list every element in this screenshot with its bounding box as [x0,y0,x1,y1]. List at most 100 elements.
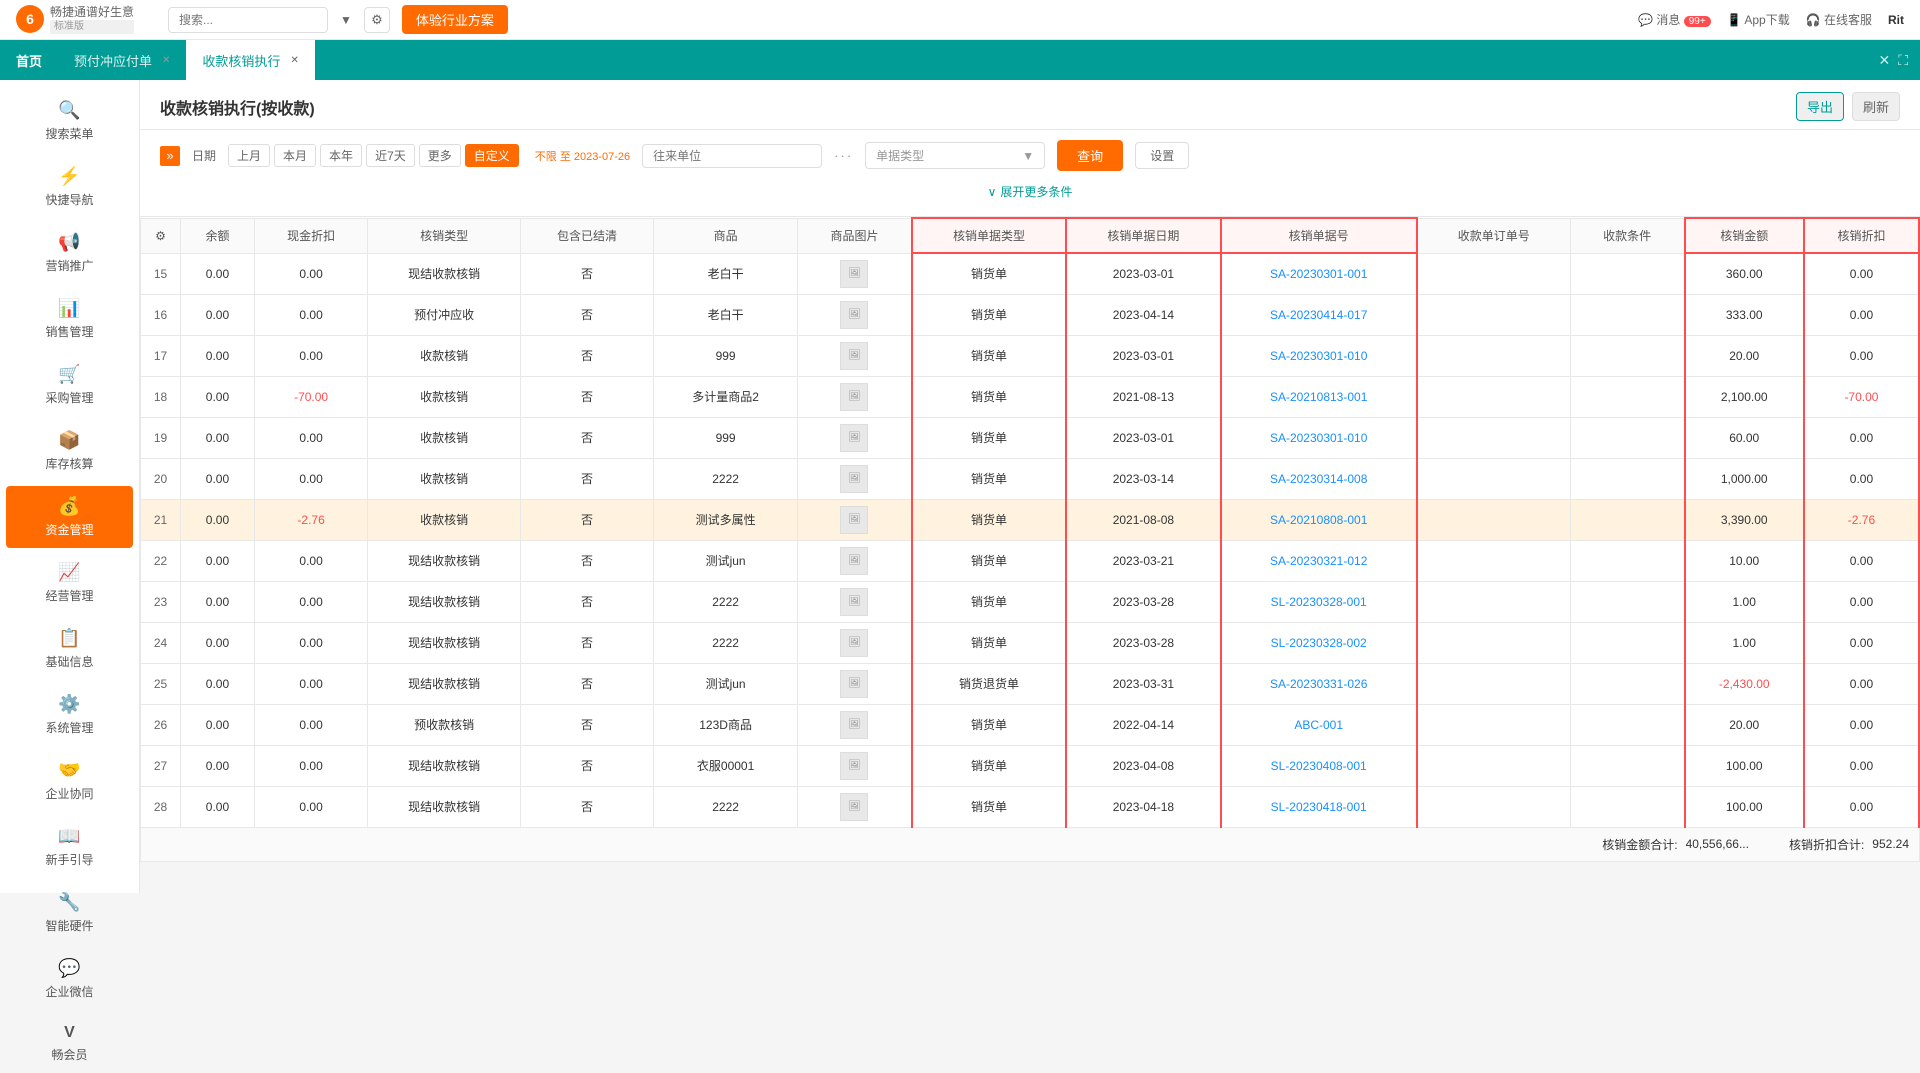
writeoff-bill-link[interactable]: ABC-001 [1294,718,1343,732]
sidebar-item-wechat[interactable]: 💬 企业微信 [6,948,133,1010]
date-label: 日期 [192,147,216,164]
sidebar-item-ops[interactable]: 📈 经营管理 [6,552,133,614]
system-icon: ⚙️ [58,694,80,715]
writeoff-bill-link[interactable]: SL-20230408-001 [1271,759,1367,773]
sidebar-item-search[interactable]: 🔍 搜索菜单 [6,90,133,152]
writeoff-bill-link[interactable]: SA-20230321-012 [1270,554,1367,568]
cell-writeoff-discount: -70.00 [1804,376,1919,417]
cell-writeoff-bill-no[interactable]: SL-20230328-002 [1221,622,1417,663]
sidebar-item-collab[interactable]: 🤝 企业协同 [6,750,133,812]
trial-button[interactable]: 体验行业方案 [402,5,508,34]
sidebar-item-sales[interactable]: 📊 销售管理 [6,288,133,350]
tab-prepay-close[interactable]: ✕ [162,55,170,66]
cell-writeoff-discount: 0.00 [1804,786,1919,827]
date-btn-last-month[interactable]: 上月 [228,144,270,167]
date-btn-this-year[interactable]: 本年 [320,144,362,167]
writeoff-bill-link[interactable]: SA-20230301-010 [1270,349,1367,363]
refresh-button[interactable]: 刷新 [1852,92,1900,121]
cell-writeoff-type: 收款核销 [368,417,521,458]
sidebar-item-inventory[interactable]: 📦 库存核算 [6,420,133,482]
collab-icon: 🤝 [58,760,80,781]
cell-writeoff-bill-no[interactable]: ABC-001 [1221,704,1417,745]
top-search-input[interactable] [168,7,328,33]
sidebar-item-finance[interactable]: 💰 资金管理 [6,486,133,548]
partner-input[interactable] [642,144,822,168]
cell-writeoff-discount: 0.00 [1804,253,1919,294]
writeoff-bill-link[interactable]: SA-20210813-001 [1270,390,1367,404]
sidebar-item-quick[interactable]: ⚡ 快捷导航 [6,156,133,218]
cell-balance: 0.00 [181,458,255,499]
export-button[interactable]: 导出 [1796,92,1844,121]
sidebar-item-hardware[interactable]: 🔧 智能硬件 [6,882,133,944]
nav-expand-btn[interactable]: ⛶ [1898,52,1908,69]
tab-writeoff[interactable]: 收款核销执行 ✕ [186,40,314,80]
app-download[interactable]: 📱 App下载 [1727,11,1790,28]
sidebar-item-member[interactable]: V 畅会员 [6,1014,133,1073]
col-writeoff-discount: 核销折扣 [1804,218,1919,253]
cell-seq: 23 [141,581,181,622]
user-name[interactable]: Rit [1888,13,1904,27]
sidebar-item-basic[interactable]: 📋 基础信息 [6,618,133,680]
writeoff-bill-link[interactable]: SL-20230328-001 [1271,595,1367,609]
writeoff-bill-link[interactable]: SA-20230314-008 [1270,472,1367,486]
cell-product: 老白干 [654,253,798,294]
expand-more-btn[interactable]: ∨ 展开更多条件 [988,177,1073,206]
tab-writeoff-close[interactable]: ✕ [290,55,298,66]
sidebar-item-marketing[interactable]: 📢 营销推广 [6,222,133,284]
online-service[interactable]: 🎧 在线客服 [1806,11,1872,28]
cell-balance: 0.00 [181,622,255,663]
cell-seq: 26 [141,704,181,745]
writeoff-bill-link[interactable]: SA-20230414-017 [1270,308,1367,322]
sidebar-item-purchase[interactable]: 🛒 采购管理 [6,354,133,416]
writeoff-bill-link[interactable]: SA-20230301-010 [1270,431,1367,445]
cell-writeoff-bill-no[interactable]: SA-20230314-008 [1221,458,1417,499]
nav-close-btn[interactable]: ✕ [1878,52,1890,69]
cell-writeoff-bill-date: 2023-04-08 [1066,745,1220,786]
writeoff-bill-link[interactable]: SA-20230301-001 [1270,267,1367,281]
cell-writeoff-bill-no[interactable]: SA-20230301-010 [1221,335,1417,376]
date-btn-7days[interactable]: 近7天 [366,144,415,167]
cell-writeoff-bill-no[interactable]: SL-20230328-001 [1221,581,1417,622]
cell-writeoff-bill-no[interactable]: SA-20230331-026 [1221,663,1417,704]
cell-cash-discount: 0.00 [254,417,367,458]
col-writeoff-type: 核销类型 [368,218,521,253]
cell-writeoff-bill-no[interactable]: SA-20230321-012 [1221,540,1417,581]
date-btn-this-month[interactable]: 本月 [274,144,316,167]
cell-writeoff-bill-no[interactable]: SA-20230414-017 [1221,294,1417,335]
cell-writeoff-amount: 20.00 [1685,704,1804,745]
cell-receipt-condition [1570,786,1684,827]
cell-writeoff-discount: 0.00 [1804,622,1919,663]
cell-writeoff-bill-type: 销货单 [912,622,1066,663]
cell-writeoff-bill-no[interactable]: SA-20230301-001 [1221,253,1417,294]
member-icon: V [64,1024,75,1042]
writeoff-bill-link[interactable]: SA-20210808-001 [1270,513,1367,527]
query-button[interactable]: 查询 [1057,140,1123,171]
settings-button[interactable]: 设置 [1135,142,1189,169]
date-btn-custom[interactable]: 自定义 [465,144,519,167]
message-area[interactable]: 💬 消息 99+ [1638,11,1711,28]
cell-writeoff-bill-no[interactable]: SA-20230301-010 [1221,417,1417,458]
table-row: 19 0.00 0.00 收款核销 否 999 🖼 销货单 2023-03-01… [141,417,1920,458]
writeoff-bill-link[interactable]: SL-20230418-001 [1271,800,1367,814]
writeoff-bill-link[interactable]: SL-20230328-002 [1271,636,1367,650]
bill-type-select[interactable]: 单据类型 ▼ [865,142,1045,169]
cell-receipt-order [1417,540,1571,581]
cell-writeoff-bill-no[interactable]: SL-20230418-001 [1221,786,1417,827]
expand-arrow[interactable]: » [160,146,180,166]
cell-writeoff-bill-no[interactable]: SL-20230408-001 [1221,745,1417,786]
col-settings[interactable]: ⚙ [141,218,181,253]
cell-writeoff-bill-date: 2023-04-14 [1066,294,1220,335]
writeoff-bill-link[interactable]: SA-20230331-026 [1270,677,1367,691]
sidebar-item-guide[interactable]: 📖 新手引导 [6,816,133,878]
tab-home[interactable]: 首页 [0,40,58,80]
table-body: 15 0.00 0.00 现结收款核销 否 老白干 🖼 销货单 2023-03-… [141,253,1920,827]
gear-button[interactable]: ⚙ [364,7,390,33]
cell-writeoff-bill-no[interactable]: SA-20210808-001 [1221,499,1417,540]
date-btn-more[interactable]: 更多 [419,144,461,167]
top-dropdown[interactable]: ▼ [340,13,352,27]
sidebar-item-system[interactable]: ⚙️ 系统管理 [6,684,133,746]
tab-prepay[interactable]: 预付冲应付单 ✕ [58,40,186,80]
cell-writeoff-bill-no[interactable]: SA-20210813-001 [1221,376,1417,417]
cell-product-img: 🖼 [798,253,912,294]
cell-included-settled: 否 [521,458,654,499]
